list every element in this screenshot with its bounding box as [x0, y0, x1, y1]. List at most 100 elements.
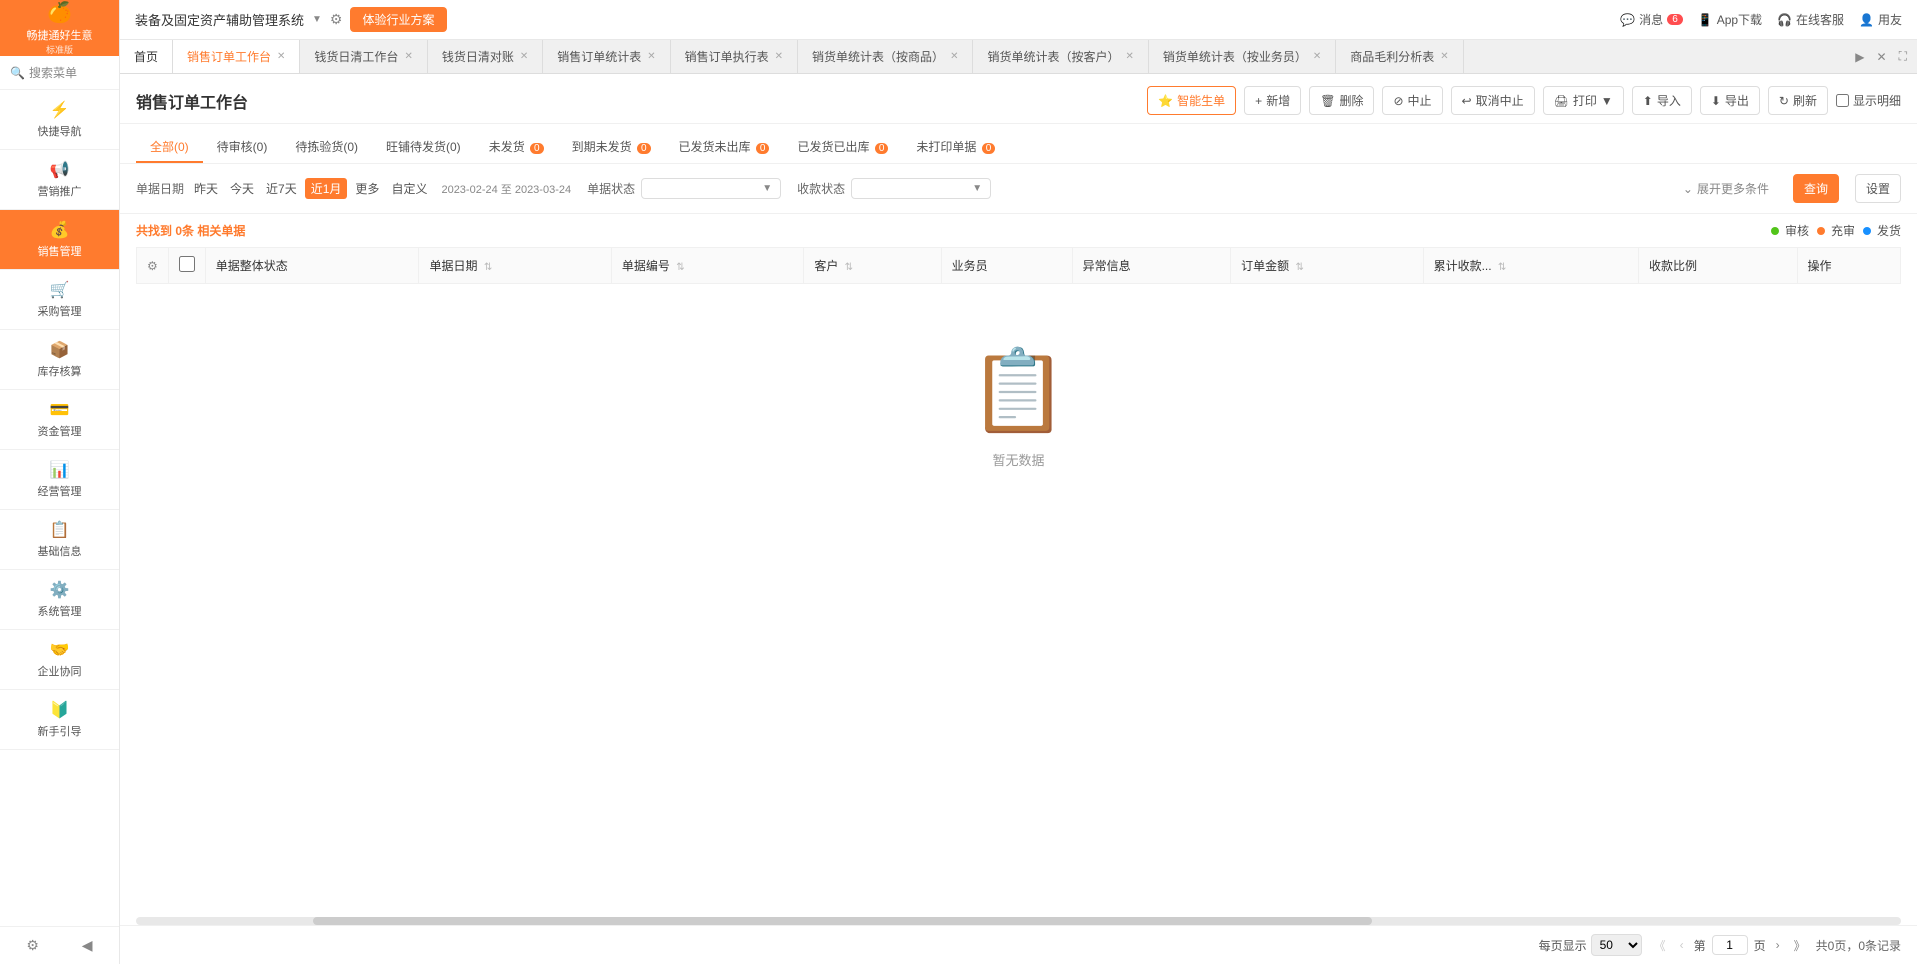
tab-fullscreen[interactable]: ⛶	[1895, 45, 1911, 68]
collapse-button[interactable]: ◀	[82, 937, 93, 954]
sidebar-item-sales[interactable]: 💰 销售管理	[0, 210, 119, 270]
horizontal-scrollbar[interactable]	[136, 917, 1901, 925]
app-download-item[interactable]: 📱 App下载	[1698, 11, 1762, 28]
date-sort-icon[interactable]: ⇅	[484, 262, 492, 273]
online-service-item[interactable]: 🎧 在线客服	[1777, 11, 1844, 28]
refresh-icon: ↻	[1779, 94, 1789, 108]
sub-tab-wangpu[interactable]: 旺铺待发货(0)	[372, 132, 475, 163]
delete-button[interactable]: 🗑 删除	[1309, 86, 1374, 115]
close-cash-reconcile-tab[interactable]: ✕	[520, 51, 528, 62]
sidebar-item-operations[interactable]: 📊 经营管理	[0, 450, 119, 510]
amount-sort-icon[interactable]: ⇅	[1296, 262, 1304, 273]
sidebar-item-finance[interactable]: 💳 资金管理	[0, 390, 119, 450]
close-margin-analysis-tab[interactable]: ✕	[1440, 51, 1448, 62]
1month-option[interactable]: 近1月	[305, 178, 348, 199]
expand-more-button[interactable]: ⌄ 展开更多条件	[1683, 180, 1769, 197]
tab-home[interactable]: 首页	[120, 40, 173, 73]
sidebar-item-cooperation[interactable]: 🤝 企业协同	[0, 630, 119, 690]
show-detail-checkbox[interactable]: 显示明细	[1836, 92, 1901, 109]
first-page-button[interactable]: 《	[1650, 935, 1670, 956]
tab-sales-stat[interactable]: 销售订单统计表 ✕	[543, 40, 670, 73]
next-page-button[interactable]: ›	[1772, 936, 1784, 954]
sub-tab-not-shipped[interactable]: 未发货 0	[475, 132, 558, 163]
sub-tab-pending-inspect[interactable]: 待拣验货(0)	[281, 132, 372, 163]
sidebar-item-quick-nav[interactable]: ⚡ 快捷导航	[0, 90, 119, 150]
experience-button[interactable]: 体验行业方案	[350, 7, 446, 32]
scroll-thumb[interactable]	[313, 917, 1372, 925]
sidebar-item-system[interactable]: ⚙️ 系统管理	[0, 570, 119, 630]
prev-page-button[interactable]: ‹	[1676, 936, 1688, 954]
sidebar-item-inventory[interactable]: 📦 库存核算	[0, 330, 119, 390]
tab-close-all[interactable]: ✕	[1873, 46, 1891, 68]
refresh-button[interactable]: ↻ 刷新	[1768, 86, 1828, 115]
tab-sales-summary-customer[interactable]: 销货单统计表（按客户） ✕	[973, 40, 1148, 73]
tab-sales-exec[interactable]: 销售订单执行表 ✕	[671, 40, 798, 73]
sub-tab-overdue[interactable]: 到期未发货 0	[558, 132, 665, 163]
page-text-label: 第	[1694, 937, 1706, 954]
tab-sales-order[interactable]: 销售订单工作台 ✕	[173, 40, 300, 73]
sidebar-item-guide[interactable]: 🔰 新手引导	[0, 690, 119, 750]
sub-tab-all[interactable]: 全部(0)	[136, 132, 203, 163]
sidebar-item-base-info[interactable]: 📋 基础信息	[0, 510, 119, 570]
tab-sales-summary-staff[interactable]: 销货单统计表（按业务员） ✕	[1149, 40, 1336, 73]
page-size-dropdown[interactable]: 50 10 20 100	[1591, 934, 1642, 956]
inventory-label: 库存核算	[38, 363, 82, 379]
logo-sub: 标准版	[46, 43, 73, 56]
cooperation-label: 企业协同	[38, 663, 82, 679]
tab-margin-analysis[interactable]: 商品毛利分析表 ✕	[1336, 40, 1463, 73]
close-summary-staff-tab[interactable]: ✕	[1313, 51, 1321, 62]
ship-button[interactable]: 发货	[1863, 222, 1901, 239]
sales-exec-tab-label: 销售订单执行表	[685, 48, 769, 65]
col-amount: 订单金额 ⇅	[1231, 248, 1423, 284]
close-sales-order-tab[interactable]: ✕	[277, 51, 285, 62]
suspend-button[interactable]: ⊘ 中止	[1382, 86, 1442, 115]
close-sales-exec-tab[interactable]: ✕	[775, 51, 783, 62]
collected-sort-icon[interactable]: ⇅	[1498, 262, 1506, 273]
close-summary-product-tab[interactable]: ✕	[950, 51, 958, 62]
sidebar: 🍊 畅捷通好生意 标准版 🔍 搜索菜单 ⚡ 快捷导航 📢 营销推广 💰 销售管理…	[0, 0, 120, 964]
more-option[interactable]: 更多	[351, 178, 383, 199]
review-button[interactable]: 审核	[1771, 222, 1809, 239]
settings-button[interactable]: ⚙	[26, 937, 39, 954]
sub-tab-pending-review[interactable]: 待审核(0)	[203, 132, 282, 163]
today-option[interactable]: 今天	[226, 178, 258, 199]
custom-option[interactable]: 自定义	[387, 178, 431, 199]
cancel-suspend-button[interactable]: ↩ 取消中止	[1451, 86, 1535, 115]
tab-scroll-right[interactable]: ▶	[1851, 46, 1868, 68]
sidebar-search[interactable]: 🔍 搜索菜单	[0, 56, 119, 90]
table-setting-icon[interactable]: ⚙	[147, 259, 158, 273]
tab-cash-reconcile[interactable]: 钱货日清对账 ✕	[428, 40, 543, 73]
settings-filter-button[interactable]: 设置	[1855, 174, 1901, 203]
add-button[interactable]: + 新增	[1244, 86, 1301, 115]
sub-tab-shipped-out[interactable]: 已发货已出库 0	[783, 132, 902, 163]
select-all-checkbox[interactable]	[179, 256, 195, 272]
close-cash-daily-tab[interactable]: ✕	[404, 51, 412, 62]
tab-cash-daily[interactable]: 钱货日清工作台 ✕	[300, 40, 427, 73]
page-input[interactable]	[1712, 935, 1748, 955]
sidebar-item-marketing[interactable]: 📢 营销推广	[0, 150, 119, 210]
close-sales-stat-tab[interactable]: ✕	[647, 51, 655, 62]
status-select[interactable]: ▼	[641, 178, 781, 199]
import-button[interactable]: ⬆ 导入	[1632, 86, 1692, 115]
tab-sales-summary-product[interactable]: 销货单统计表（按商品） ✕	[798, 40, 973, 73]
empty-state: 📋 暂无数据	[136, 284, 1901, 529]
search-button[interactable]: 查询	[1793, 174, 1839, 203]
7days-option[interactable]: 近7天	[262, 178, 301, 199]
sidebar-item-purchase[interactable]: 🛒 采购管理	[0, 270, 119, 330]
sub-tab-not-printed[interactable]: 未打印单据 0	[902, 132, 1009, 163]
payment-select[interactable]: ▼	[851, 178, 991, 199]
unreviewed-button[interactable]: 充审	[1817, 222, 1855, 239]
show-detail-input[interactable]	[1836, 94, 1849, 107]
smart-create-button[interactable]: ⭐ 智能生单	[1147, 86, 1236, 115]
export-button[interactable]: ⬇ 导出	[1700, 86, 1760, 115]
message-item[interactable]: 💬 消息 6	[1620, 11, 1683, 28]
sub-tab-shipped-not-stocked[interactable]: 已发货未出库 0	[665, 132, 784, 163]
close-summary-customer-tab[interactable]: ✕	[1125, 51, 1133, 62]
last-page-button[interactable]: 》	[1790, 935, 1810, 956]
print-button[interactable]: 🖨 打印 ▼	[1543, 86, 1624, 115]
number-sort-icon[interactable]: ⇅	[676, 262, 684, 273]
yesterday-option[interactable]: 昨天	[190, 178, 222, 199]
gear-button[interactable]: ⚙	[330, 11, 343, 28]
user-item[interactable]: 👤 用友	[1859, 11, 1902, 28]
customer-sort-icon[interactable]: ⇅	[845, 262, 853, 273]
